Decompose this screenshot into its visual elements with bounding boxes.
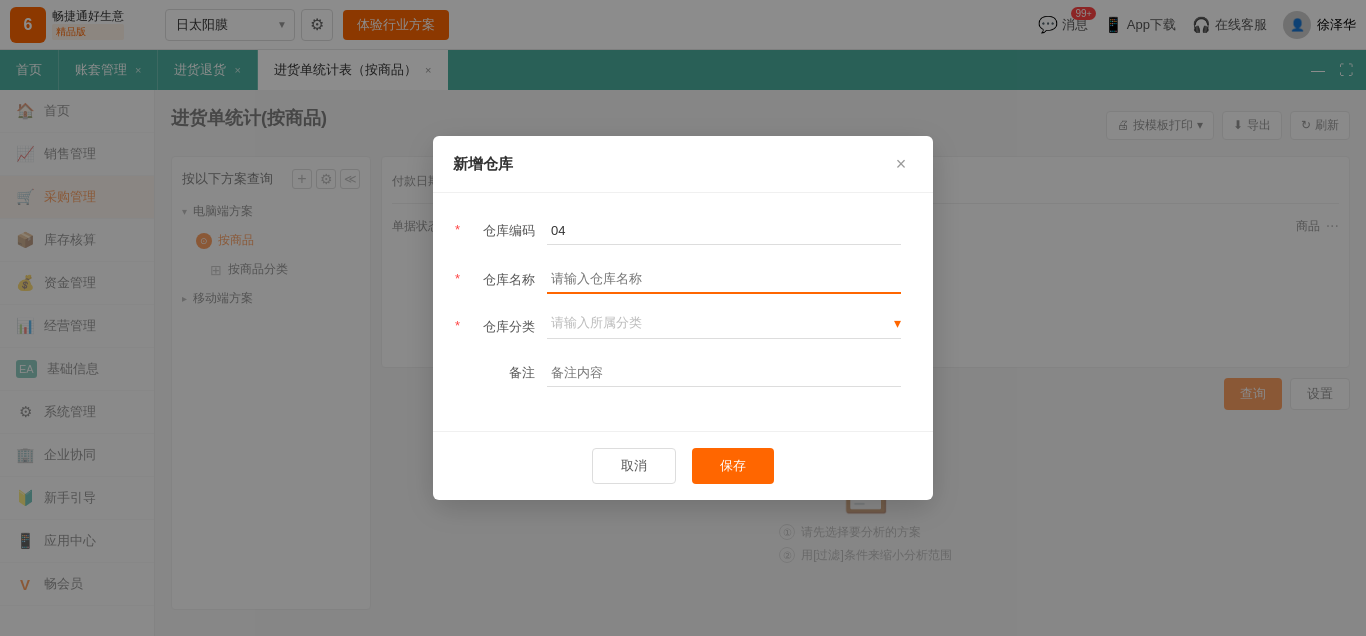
remark-input[interactable] xyxy=(547,359,901,387)
dialog-footer: 取消 保存 xyxy=(433,431,933,500)
dialog-header: 新增仓库 × xyxy=(433,136,933,193)
warehouse-code-input[interactable] xyxy=(547,217,901,245)
dialog-overlay[interactable]: 新增仓库 × 仓库编码 仓库名称 仓库分类 请输入所属分类 ▾ xyxy=(0,0,1366,636)
warehouse-name-input[interactable] xyxy=(547,265,901,294)
category-select-row[interactable]: 请输入所属分类 ▾ xyxy=(547,314,901,339)
form-row-name: 仓库名称 xyxy=(465,265,901,294)
code-label: 仓库编码 xyxy=(465,222,535,240)
cancel-button[interactable]: 取消 xyxy=(592,448,676,484)
dialog-title: 新增仓库 xyxy=(453,155,513,174)
category-placeholder: 请输入所属分类 xyxy=(547,314,894,332)
form-row-remark: 备注 xyxy=(465,359,901,387)
category-label: 仓库分类 xyxy=(465,318,535,336)
form-row-code: 仓库编码 xyxy=(465,217,901,245)
dialog-body: 仓库编码 仓库名称 仓库分类 请输入所属分类 ▾ 备注 xyxy=(433,193,933,431)
remark-label: 备注 xyxy=(465,364,535,382)
save-button[interactable]: 保存 xyxy=(692,448,774,484)
name-label: 仓库名称 xyxy=(465,271,535,289)
category-arrow-icon: ▾ xyxy=(894,315,901,331)
form-row-category: 仓库分类 请输入所属分类 ▾ xyxy=(465,314,901,339)
new-warehouse-dialog: 新增仓库 × 仓库编码 仓库名称 仓库分类 请输入所属分类 ▾ xyxy=(433,136,933,500)
dialog-close-btn[interactable]: × xyxy=(889,152,913,176)
